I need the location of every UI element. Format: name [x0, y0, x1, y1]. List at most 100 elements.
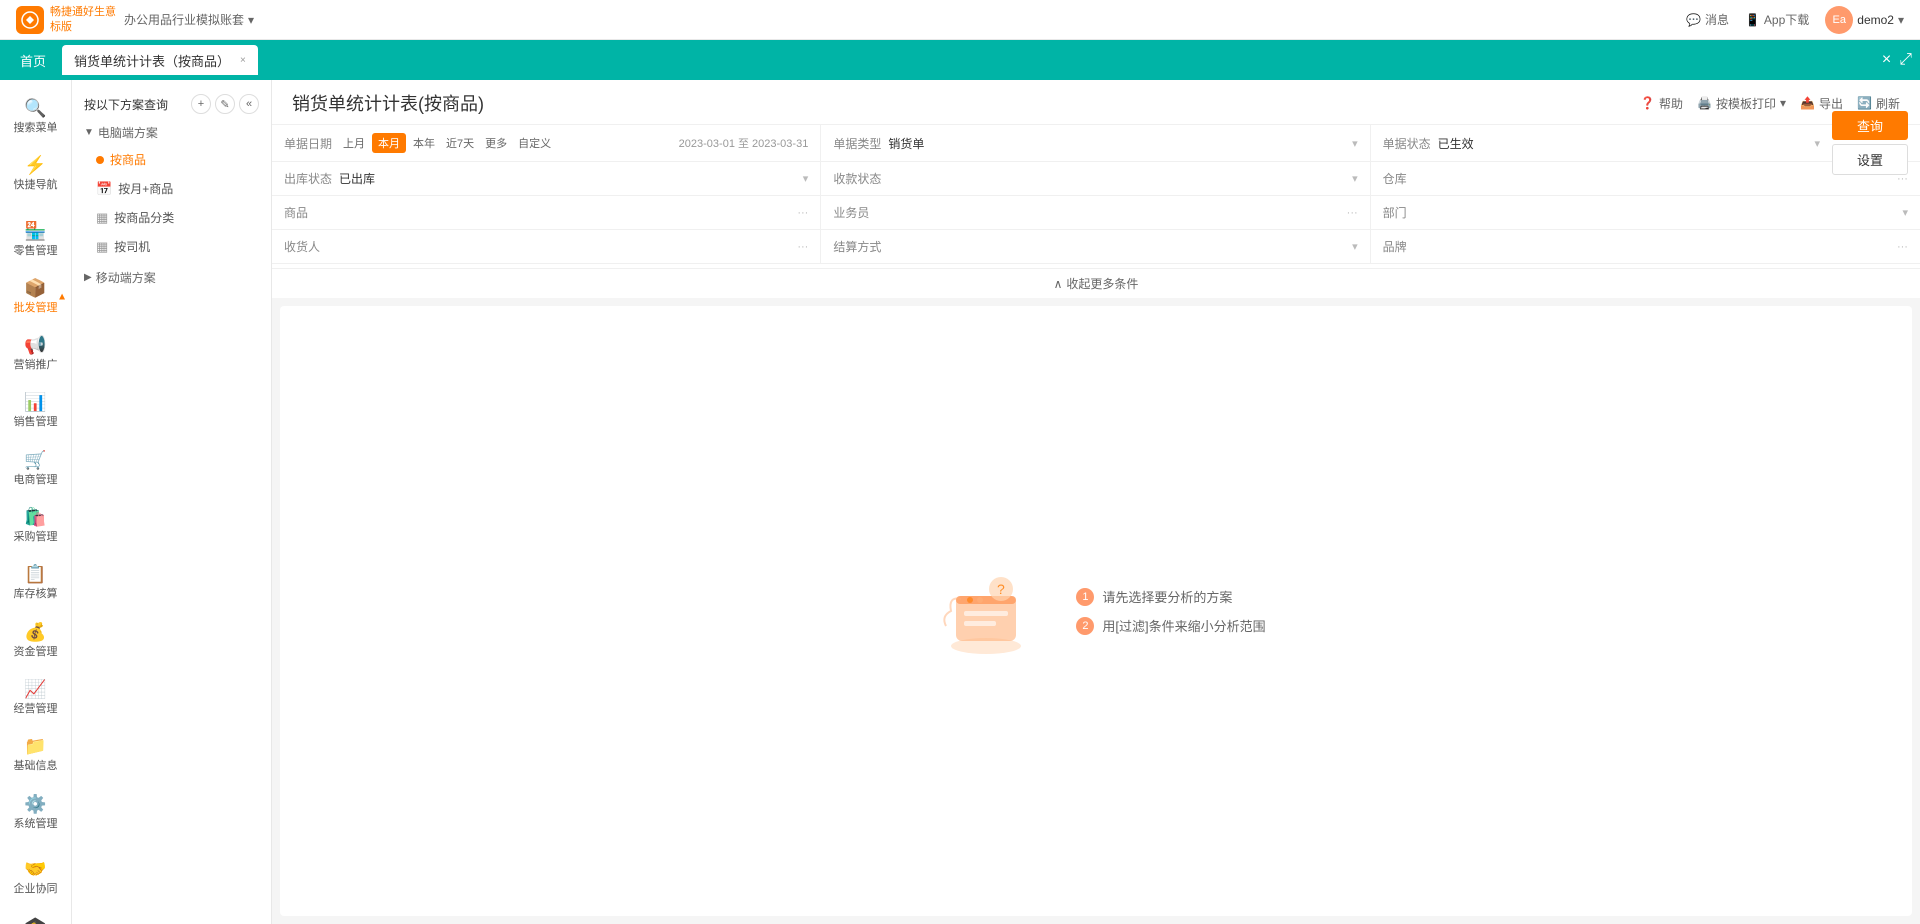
logo-icon	[16, 6, 44, 34]
app-download-action[interactable]: 📱 App下载	[1745, 11, 1809, 28]
user-chevron-icon: ▾	[1898, 13, 1904, 27]
main-layout: 🔍 搜索菜单 ⚡ 快捷导航 🏪 零售管理 📦 批发管理 ▲ 📢 营销推广 📊 销…	[0, 80, 1920, 924]
date-this-year-button[interactable]: 本年	[409, 133, 439, 153]
tab-active-label: 销货单统计计表（按商品）	[74, 51, 230, 70]
main-content: 销货单统计计表(按商品) ❓ 帮助 🖨️ 按模板打印 ▾ 📤 导出	[272, 80, 1920, 924]
pc-scheme-group-title[interactable]: ▼ 电脑端方案	[72, 120, 271, 145]
scheme-item-by-machine[interactable]: ▦ 按司机	[72, 232, 271, 261]
logo-text: 畅捷通好生意 标版	[50, 5, 116, 34]
sidebar-item-operation[interactable]: 📈 经营管理	[0, 669, 71, 726]
doc-status-select[interactable]: 已生效 ▾	[1438, 135, 1820, 152]
brand-dots: ···	[1897, 241, 1908, 253]
message-action[interactable]: 💬 消息	[1686, 11, 1729, 28]
date-this-month-button[interactable]: 本月	[372, 133, 406, 153]
minimize-icon[interactable]: ×	[1882, 51, 1891, 69]
search-menu-icon: 🔍	[24, 98, 46, 119]
add-scheme-button[interactable]: +	[191, 94, 211, 114]
query-button[interactable]: 查询	[1832, 111, 1908, 140]
scheme-item-by-product[interactable]: 按商品	[72, 145, 271, 174]
warehouse-label: 仓库	[1383, 170, 1438, 187]
quick-nav-label: 快捷导航	[14, 178, 58, 192]
product-dots: ···	[797, 207, 808, 219]
maximize-icon[interactable]: ⤢	[1899, 51, 1912, 69]
by-machine-label: 按司机	[114, 238, 150, 255]
empty-illustration: ?	[926, 551, 1046, 671]
product-input[interactable]: ···	[339, 207, 808, 219]
date-custom-button[interactable]: 自定义	[514, 133, 555, 153]
sidebar-item-retail[interactable]: 🏪 零售管理	[0, 211, 71, 268]
quick-nav-icon: ⚡	[24, 155, 46, 176]
chevron-down-icon: ▾	[248, 13, 254, 27]
date-last-month-button[interactable]: 上月	[339, 133, 369, 153]
salesperson-field: 业务员 ···	[821, 196, 1370, 229]
industry-selector[interactable]: 办公用品行业模拟账套 ▾	[124, 11, 254, 28]
mobile-scheme-group-title[interactable]: ▶ 移动端方案	[72, 265, 271, 290]
tab-close-button[interactable]: ×	[240, 55, 246, 66]
receiver-field: 收货人 ···	[272, 230, 821, 263]
out-status-value: 已出库	[339, 170, 375, 187]
collapse-up-icon: ∧	[1054, 277, 1063, 291]
export-button[interactable]: 📤 导出	[1800, 95, 1843, 112]
sidebar-item-finance[interactable]: 💰 资金管理	[0, 612, 71, 669]
print-icon: 🖨️	[1697, 96, 1712, 110]
out-status-select[interactable]: 已出库 ▾	[339, 170, 808, 187]
machine-icon: ▦	[96, 239, 108, 255]
help-button[interactable]: ❓ 帮助	[1640, 95, 1683, 112]
brand-input[interactable]: ···	[1438, 241, 1908, 253]
brand-label: 品牌	[1383, 238, 1438, 255]
receipt-status-chevron-icon: ▾	[1352, 172, 1358, 185]
doc-type-select[interactable]: 销货单 ▾	[888, 135, 1357, 152]
date-range-display: 2023-03-01 至 2023-03-31	[679, 135, 809, 151]
tab-home[interactable]: 首页	[8, 45, 58, 75]
sidebar-item-sales[interactable]: 📊 销售管理	[0, 382, 71, 439]
sidebar-item-marketing[interactable]: 📢 营销推广	[0, 325, 71, 382]
print-button[interactable]: 🖨️ 按模板打印 ▾	[1697, 95, 1786, 112]
tab-home-label: 首页	[20, 51, 46, 70]
sidebar-item-ecom[interactable]: 🛒 电商管理	[0, 440, 71, 497]
sidebar-item-purchase[interactable]: 🛍️ 采购管理	[0, 497, 71, 554]
department-label: 部门	[1383, 204, 1438, 221]
scheme-item-by-month-product[interactable]: 📅 按月+商品	[72, 174, 271, 203]
active-dot-icon	[96, 156, 104, 164]
doc-status-value: 已生效	[1438, 135, 1474, 152]
receiver-dots: ···	[797, 241, 808, 253]
department-select[interactable]: ▾	[1438, 206, 1908, 219]
sidebar-item-quick-nav[interactable]: ⚡ 快捷导航	[0, 145, 71, 202]
sidebar-item-basic[interactable]: 📁 基础信息	[0, 726, 71, 783]
user-action[interactable]: Ea demo2 ▾	[1825, 6, 1904, 34]
settings-button[interactable]: 设置	[1832, 144, 1908, 175]
sidebar-item-wholesale[interactable]: 📦 批发管理 ▲	[0, 268, 71, 325]
sidebar-item-newbie[interactable]: 🎓 新手引导	[0, 906, 71, 924]
second-sidebar-header: 按以下方案查询 + ✎ «	[72, 88, 271, 120]
query-settings-panel: 查询 设置	[1832, 111, 1908, 175]
date-label: 单据日期	[284, 135, 339, 152]
scheme-item-by-category[interactable]: ▦ 按商品分类	[72, 203, 271, 232]
tab-active[interactable]: 销货单统计计表（按商品） ×	[62, 45, 258, 75]
top-header: 畅捷通好生意 标版 办公用品行业模拟账套 ▾ 💬 消息 📱 App下载 Ea d…	[0, 0, 1920, 40]
collapse-sidebar-button[interactable]: «	[239, 94, 259, 114]
doc-type-value: 销货单	[888, 135, 924, 152]
sidebar-item-inventory[interactable]: 📋 库存核算	[0, 554, 71, 611]
salesperson-input[interactable]: ···	[888, 207, 1357, 219]
username-label: demo2	[1857, 13, 1894, 27]
date-more-button[interactable]: 更多	[481, 133, 511, 153]
salesperson-dots: ···	[1347, 207, 1358, 219]
sidebar-item-system[interactable]: ⚙️ 系统管理	[0, 784, 71, 841]
operation-label: 经营管理	[14, 702, 58, 716]
edit-scheme-button[interactable]: ✎	[215, 94, 235, 114]
tab-window-controls: × ⤢	[1882, 51, 1912, 69]
receiver-input[interactable]: ···	[339, 241, 808, 253]
receipt-status-field: 收款状态 ▾	[821, 162, 1370, 195]
date-last7-button[interactable]: 近7天	[442, 133, 478, 153]
ecom-icon: 🛒	[24, 450, 46, 471]
industry-name: 办公用品行业模拟账套	[124, 11, 244, 28]
settle-select[interactable]: ▾	[888, 240, 1357, 253]
pc-group-expand-icon: ▼	[84, 127, 94, 138]
sidebar-item-enterprise[interactable]: 🤝 企业协同	[0, 849, 71, 906]
sidebar-item-search-menu[interactable]: 🔍 搜索菜单	[0, 88, 71, 145]
refresh-button[interactable]: 🔄 刷新	[1857, 95, 1900, 112]
refresh-icon: 🔄	[1857, 96, 1872, 110]
collapse-more-button[interactable]: ∧ 收起更多条件	[272, 268, 1920, 298]
mobile-scheme-group: ▶ 移动端方案	[72, 265, 271, 290]
receipt-status-select[interactable]: ▾	[888, 172, 1357, 185]
